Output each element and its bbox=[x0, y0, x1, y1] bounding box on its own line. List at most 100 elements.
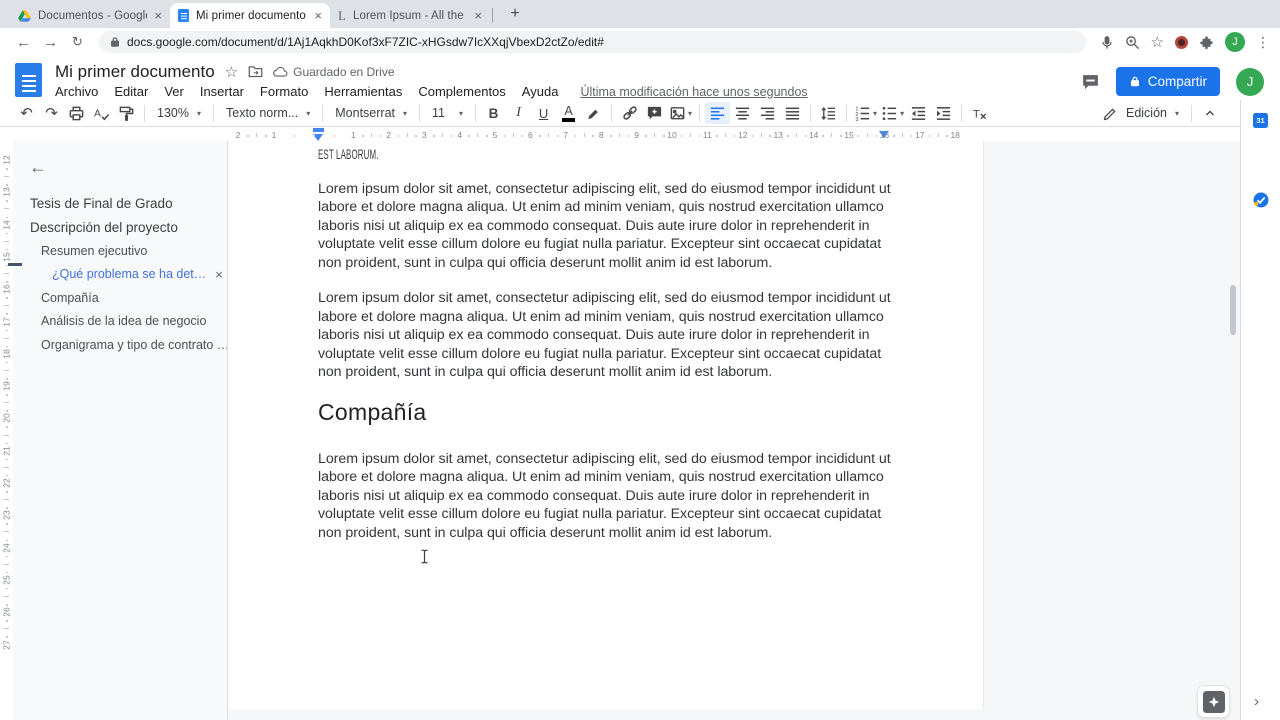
horizontal-ruler[interactable]: 2 1 1 2 3 4 5 6 7 8 9 10 11 12 13 14 15 16 17 18 bbox=[0, 127, 1240, 141]
comments-icon[interactable] bbox=[1081, 73, 1100, 91]
docs-header: Mi primer documento ☆ Guardado en Drive … bbox=[0, 56, 1280, 100]
paragraph[interactable]: Lorem ipsum dolor sit amet, consectetur … bbox=[318, 180, 893, 272]
toolbar-divider bbox=[699, 104, 701, 122]
outline-item-4[interactable]: ¿Qué problema se ha det… × bbox=[13, 263, 227, 287]
account-avatar[interactable]: J bbox=[1236, 67, 1264, 96]
reload-icon[interactable]: ↻ bbox=[64, 34, 91, 50]
highlight-color-button[interactable] bbox=[581, 102, 606, 124]
extensions-puzzle-icon[interactable] bbox=[1199, 35, 1214, 50]
print-button[interactable] bbox=[64, 102, 89, 124]
bookmark-star-icon[interactable]: ☆ bbox=[1151, 33, 1164, 51]
back-icon[interactable]: ← bbox=[10, 34, 37, 51]
menu-formato[interactable]: Formato bbox=[260, 84, 308, 99]
tab-close-icon[interactable]: × bbox=[154, 9, 162, 22]
add-comment-button[interactable] bbox=[642, 102, 667, 124]
address-bar[interactable]: docs.google.com/document/d/1Aj1AqkhD0Kof… bbox=[99, 31, 1086, 53]
menu-editar[interactable]: Editar bbox=[114, 84, 148, 99]
font-size-value: 11 bbox=[432, 106, 446, 120]
extension-adblock-icon[interactable] bbox=[1175, 35, 1188, 49]
menu-ayuda[interactable]: Ayuda bbox=[522, 84, 559, 99]
ruler-tick-dot bbox=[362, 135, 364, 137]
outline-item-1[interactable]: Tesis de Final de Grado bbox=[13, 192, 227, 216]
outline-item-5[interactable]: Compañía bbox=[13, 286, 227, 310]
outline-item-2[interactable]: Descripción del proyecto bbox=[13, 216, 227, 240]
close-outline-icon[interactable]: ← bbox=[29, 157, 49, 178]
menu-insertar[interactable]: Insertar bbox=[200, 84, 244, 99]
font-size-select[interactable]: 11 ▾ bbox=[425, 102, 470, 124]
paragraph[interactable]: Lorem ipsum dolor sit amet, consectetur … bbox=[318, 450, 893, 542]
svg-text:3: 3 bbox=[855, 117, 858, 122]
underline-button[interactable]: U bbox=[531, 102, 556, 124]
collapse-toolbar-button[interactable] bbox=[1197, 102, 1222, 124]
zoom-select[interactable]: 130% ▾ bbox=[150, 102, 208, 124]
increase-indent-button[interactable] bbox=[931, 102, 956, 124]
paragraph[interactable]: Lorem ipsum dolor sit amet, consectetur … bbox=[318, 289, 893, 381]
redo-button[interactable]: ↷ bbox=[39, 102, 64, 124]
tab-close-icon[interactable]: × bbox=[314, 9, 322, 22]
microphone-icon[interactable] bbox=[1100, 35, 1114, 50]
ruler-number: 18 bbox=[950, 129, 960, 140]
browser-tab-2[interactable]: Mi primer documento - Docum × bbox=[170, 3, 330, 28]
calendar-icon[interactable]: 31 bbox=[1253, 113, 1268, 128]
undo-button[interactable]: ↶ bbox=[14, 102, 39, 124]
outline-item-6[interactable]: Análisis de la idea de negocio bbox=[13, 310, 227, 334]
new-tab-button[interactable]: + bbox=[503, 5, 527, 23]
paint-format-button[interactable] bbox=[114, 102, 139, 124]
move-folder-icon[interactable] bbox=[248, 65, 263, 78]
align-center-button[interactable] bbox=[730, 102, 755, 124]
forward-icon[interactable]: → bbox=[37, 34, 64, 51]
bulleted-list-button[interactable]: ▾ bbox=[879, 102, 906, 124]
docs-logo-icon[interactable] bbox=[15, 63, 42, 97]
text-color-button[interactable]: A bbox=[556, 102, 581, 124]
scrollbar-thumb[interactable] bbox=[1230, 285, 1236, 335]
align-left-button[interactable] bbox=[705, 102, 731, 124]
clear-formatting-button[interactable]: T bbox=[967, 102, 992, 124]
first-line-indent-marker[interactable] bbox=[313, 128, 324, 132]
zoom-value: 130% bbox=[157, 106, 189, 120]
zoom-search-icon[interactable] bbox=[1125, 35, 1140, 50]
align-right-button[interactable] bbox=[755, 102, 780, 124]
browser-profile-avatar[interactable]: J bbox=[1225, 32, 1245, 52]
vertical-ruler[interactable]: 12 13 14 15 16 17 18 19 20 21 22 23 24 25 26 27 bbox=[0, 141, 13, 720]
chevron-down-icon: ▾ bbox=[306, 108, 311, 118]
menu-ver[interactable]: Ver bbox=[164, 84, 184, 99]
insert-image-button[interactable]: ▾ bbox=[667, 102, 694, 124]
outline-item-3[interactable]: Resumen ejecutivo bbox=[13, 239, 227, 263]
outline-item-7[interactable]: Organigrama y tipo de contrato … bbox=[13, 333, 227, 357]
menu-herramientas[interactable]: Herramientas bbox=[324, 84, 402, 99]
paragraph-style-select[interactable]: Texto norm... ▾ bbox=[219, 102, 317, 124]
share-button[interactable]: Compartir bbox=[1115, 67, 1220, 96]
browser-tab-1[interactable]: Documentos - Google Drive × bbox=[10, 3, 170, 28]
numbered-list-button[interactable]: 123 ▾ bbox=[852, 102, 879, 124]
decrease-indent-button[interactable] bbox=[906, 102, 931, 124]
editing-mode-select[interactable]: Edición ▾ bbox=[1096, 102, 1186, 124]
font-select[interactable]: Montserrat ▾ bbox=[328, 102, 414, 124]
heading-compania[interactable]: Compañía bbox=[318, 400, 893, 424]
browser-menu-icon[interactable]: ⋮ bbox=[1256, 34, 1270, 51]
menu-complementos[interactable]: Complementos bbox=[418, 84, 505, 99]
remove-from-outline-icon[interactable]: × bbox=[215, 267, 223, 282]
line-spacing-button[interactable] bbox=[816, 102, 841, 124]
ruler-number: 13 bbox=[1, 187, 12, 198]
document-page[interactable]: EST LABORUM. Lorem ipsum dolor sit amet,… bbox=[228, 141, 984, 709]
tasks-icon[interactable] bbox=[1253, 192, 1269, 208]
star-icon[interactable]: ☆ bbox=[225, 63, 238, 81]
spellcheck-button[interactable]: A bbox=[89, 102, 114, 124]
align-justify-button[interactable] bbox=[780, 102, 805, 124]
italic-button[interactable]: I bbox=[506, 102, 531, 124]
browser-tab-3[interactable]: L Lorem Ipsum - All the facts - L × bbox=[330, 3, 490, 28]
explore-button[interactable] bbox=[1197, 685, 1230, 718]
hide-side-panel-icon[interactable]: › bbox=[1254, 693, 1259, 710]
document-title[interactable]: Mi primer documento bbox=[55, 62, 215, 82]
last-modified-link[interactable]: Última modificación hace unos segundos bbox=[580, 85, 807, 99]
ruler-tick-dot bbox=[627, 135, 630, 137]
tab-close-icon[interactable]: × bbox=[474, 9, 482, 22]
outline-item-label: Tesis de Final de Grado bbox=[30, 196, 173, 212]
paragraph-fragment[interactable]: EST LABORUM. bbox=[318, 144, 732, 163]
ruler-number: 23 bbox=[1, 510, 12, 521]
ruler-number: 15 bbox=[844, 129, 854, 140]
bold-button[interactable]: B bbox=[481, 102, 506, 124]
insert-link-button[interactable] bbox=[617, 102, 642, 124]
url-text: docs.google.com/document/d/1Aj1AqkhD0Kof… bbox=[127, 35, 604, 49]
menu-archivo[interactable]: Archivo bbox=[55, 84, 98, 99]
